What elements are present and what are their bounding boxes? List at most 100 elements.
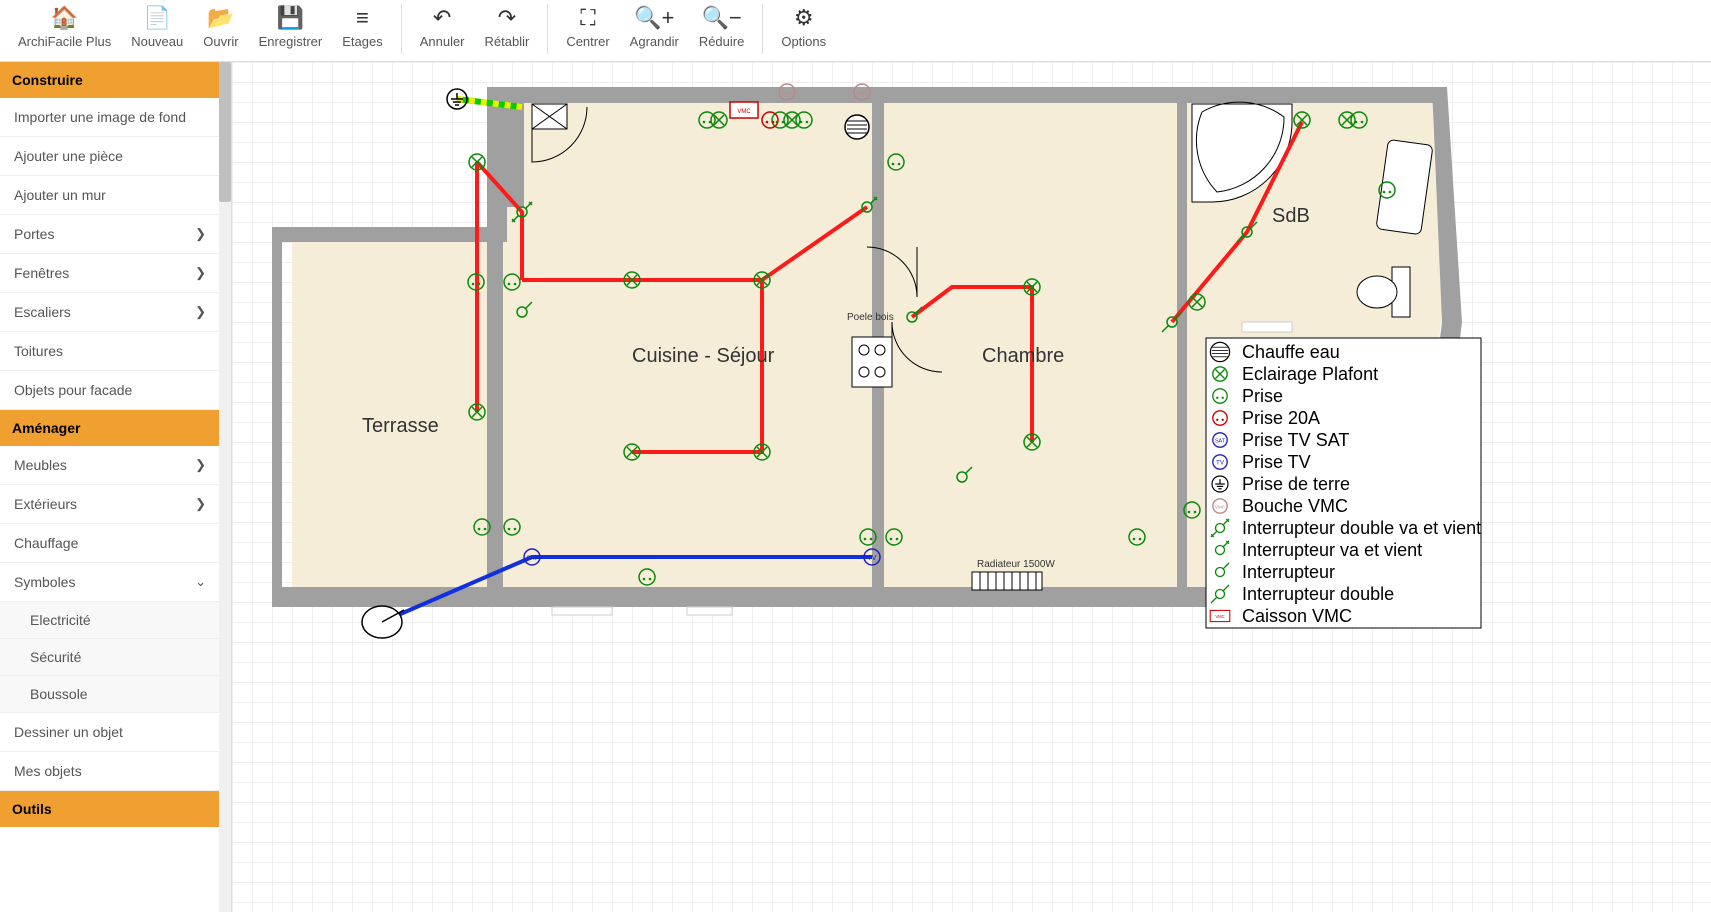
zoomin-button[interactable]: 🔍+ Agrandir bbox=[620, 4, 689, 51]
options-label: Options bbox=[781, 34, 826, 49]
redo-button[interactable]: ↷ Rétablir bbox=[475, 4, 540, 51]
label: Chauffage bbox=[14, 535, 78, 551]
satellite-dish bbox=[362, 606, 404, 638]
sidebar-item-doors[interactable]: Portes ❯ bbox=[0, 215, 220, 254]
svg-text:Interrupteur va et vient: Interrupteur va et vient bbox=[1242, 540, 1422, 560]
sidebar-item-draw-object[interactable]: Dessiner un objet bbox=[0, 713, 220, 752]
new-label: Nouveau bbox=[131, 34, 183, 49]
label: Objets pour facade bbox=[14, 382, 132, 398]
floor-plan[interactable]: TV SAT VMC VMC bbox=[232, 62, 1711, 912]
file-icon: 📄 bbox=[144, 6, 171, 30]
label: Symboles bbox=[14, 574, 75, 590]
separator bbox=[762, 4, 763, 54]
sidebar-item-heating[interactable]: Chauffage bbox=[0, 524, 220, 563]
window-sill bbox=[687, 607, 732, 615]
svg-text:Chauffe eau: Chauffe eau bbox=[1242, 342, 1340, 362]
options-button[interactable]: ⚙ Options bbox=[771, 4, 836, 51]
floors-label: Etages bbox=[342, 34, 382, 49]
separator bbox=[401, 4, 402, 54]
label: Mes objets bbox=[14, 763, 82, 779]
scrollbar-thumb[interactable] bbox=[219, 62, 231, 202]
label-chambre: Chambre bbox=[982, 345, 1064, 367]
sidebar-item-add-room[interactable]: Ajouter une pièce bbox=[0, 137, 220, 176]
sidebar-item-import-bg[interactable]: Importer une image de fond bbox=[0, 98, 220, 137]
save-button[interactable]: 💾 Enregistrer bbox=[249, 4, 333, 51]
sidebar-item-facade[interactable]: Objets pour facade bbox=[0, 371, 220, 410]
sidebar-item-stairs[interactable]: Escaliers ❯ bbox=[0, 293, 220, 332]
undo-icon: ↶ bbox=[433, 6, 451, 30]
svg-text:Prise de terre: Prise de terre bbox=[1242, 474, 1350, 494]
label: Ajouter un mur bbox=[14, 187, 106, 203]
home-button[interactable]: 🏠 ArchiFacile Plus bbox=[8, 4, 121, 51]
section-tools: Outils bbox=[0, 791, 220, 827]
center-button[interactable]: ⛶ Centrer bbox=[556, 4, 619, 51]
svg-text:Prise 20A: Prise 20A bbox=[1242, 408, 1320, 428]
sidebar-sub-compass[interactable]: Boussole bbox=[0, 676, 220, 713]
svg-text:Prise TV SAT: Prise TV SAT bbox=[1242, 430, 1349, 450]
label-radiateur: Radiateur 1500W bbox=[977, 559, 1055, 570]
label-terrasse: Terrasse bbox=[362, 415, 439, 437]
toolbar: 🏠 ArchiFacile Plus 📄 Nouveau 📂 Ouvrir 💾 … bbox=[0, 0, 1711, 62]
sidebar-item-roofs[interactable]: Toitures bbox=[0, 332, 220, 371]
zoom-in-icon: 🔍+ bbox=[634, 6, 674, 30]
sidebar: Construire Importer une image de fond Aj… bbox=[0, 62, 232, 912]
sidebar-item-add-wall[interactable]: Ajouter un mur bbox=[0, 176, 220, 215]
sidebar-item-exteriors[interactable]: Extérieurs❯ bbox=[0, 485, 220, 524]
sidebar-item-symbols[interactable]: Symboles ⌄ bbox=[0, 563, 220, 602]
niche bbox=[1242, 322, 1292, 332]
label: Dessiner un objet bbox=[14, 724, 123, 740]
sidebar-sub-security[interactable]: Sécurité bbox=[0, 639, 220, 676]
zoomout-label: Réduire bbox=[699, 34, 745, 49]
hob bbox=[852, 337, 892, 387]
sidebar-item-furniture[interactable]: Meubles ❯ bbox=[0, 446, 220, 485]
center-label: Centrer bbox=[566, 34, 609, 49]
new-button[interactable]: 📄 Nouveau bbox=[121, 4, 193, 51]
label: Escaliers bbox=[14, 304, 71, 320]
section-build: Construire bbox=[0, 62, 220, 98]
label: Meubles bbox=[14, 457, 67, 473]
chevron-right-icon: ❯ bbox=[195, 457, 206, 473]
label: Toitures bbox=[14, 343, 63, 359]
svg-text:Eclairage Plafont: Eclairage Plafont bbox=[1242, 364, 1378, 384]
svg-text:Interrupteur: Interrupteur bbox=[1242, 562, 1335, 582]
home-icon: 🏠 bbox=[51, 6, 78, 30]
undo-button[interactable]: ↶ Annuler bbox=[410, 4, 475, 51]
svg-text:Caisson VMC: Caisson VMC bbox=[1242, 606, 1352, 626]
label-poele: Poele bois bbox=[847, 312, 894, 323]
separator bbox=[547, 4, 548, 54]
floors-button[interactable]: ≡ Etages bbox=[332, 4, 392, 51]
folder-open-icon: 📂 bbox=[207, 6, 234, 30]
gear-icon: ⚙ bbox=[794, 6, 814, 30]
redo-label: Rétablir bbox=[485, 34, 530, 49]
svg-text:Bouche VMC: Bouche VMC bbox=[1242, 496, 1348, 516]
save-icon: 💾 bbox=[277, 6, 304, 30]
main: Construire Importer une image de fond Aj… bbox=[0, 62, 1711, 912]
chevron-right-icon: ❯ bbox=[195, 226, 206, 242]
undo-label: Annuler bbox=[420, 34, 465, 49]
sidebar-item-my-objects[interactable]: Mes objets bbox=[0, 752, 220, 791]
label: Portes bbox=[14, 226, 54, 242]
label: Importer une image de fond bbox=[14, 109, 186, 125]
radiator bbox=[972, 572, 1042, 590]
layers-icon: ≡ bbox=[356, 6, 369, 30]
svg-text:Interrupteur double va et vien: Interrupteur double va et vient bbox=[1242, 518, 1481, 538]
zoomin-label: Agrandir bbox=[630, 34, 679, 49]
label: Fenêtres bbox=[14, 265, 69, 281]
legend: Chauffe eau Eclairage Plafont Prise Pris… bbox=[1206, 338, 1481, 628]
label-sdb: SdB bbox=[1272, 205, 1310, 227]
svg-text:Interrupteur double: Interrupteur double bbox=[1242, 584, 1394, 604]
sidebar-item-windows[interactable]: Fenêtres❯ bbox=[0, 254, 220, 293]
zoom-out-icon: 🔍− bbox=[701, 6, 741, 30]
home-label: ArchiFacile Plus bbox=[18, 34, 111, 49]
chevron-right-icon: ❯ bbox=[195, 304, 206, 320]
save-label: Enregistrer bbox=[259, 34, 323, 49]
chevron-down-icon: ⌄ bbox=[195, 574, 206, 590]
window-sill bbox=[552, 607, 612, 615]
label-cuisine: Cuisine - Séjour bbox=[632, 345, 775, 367]
open-button[interactable]: 📂 Ouvrir bbox=[193, 4, 248, 51]
label: Ajouter une pièce bbox=[14, 148, 123, 164]
zoomout-button[interactable]: 🔍− Réduire bbox=[689, 4, 755, 51]
canvas[interactable]: TV SAT VMC VMC bbox=[232, 62, 1711, 912]
sidebar-sub-electricity[interactable]: Electricité bbox=[0, 602, 220, 639]
open-label: Ouvrir bbox=[203, 34, 238, 49]
